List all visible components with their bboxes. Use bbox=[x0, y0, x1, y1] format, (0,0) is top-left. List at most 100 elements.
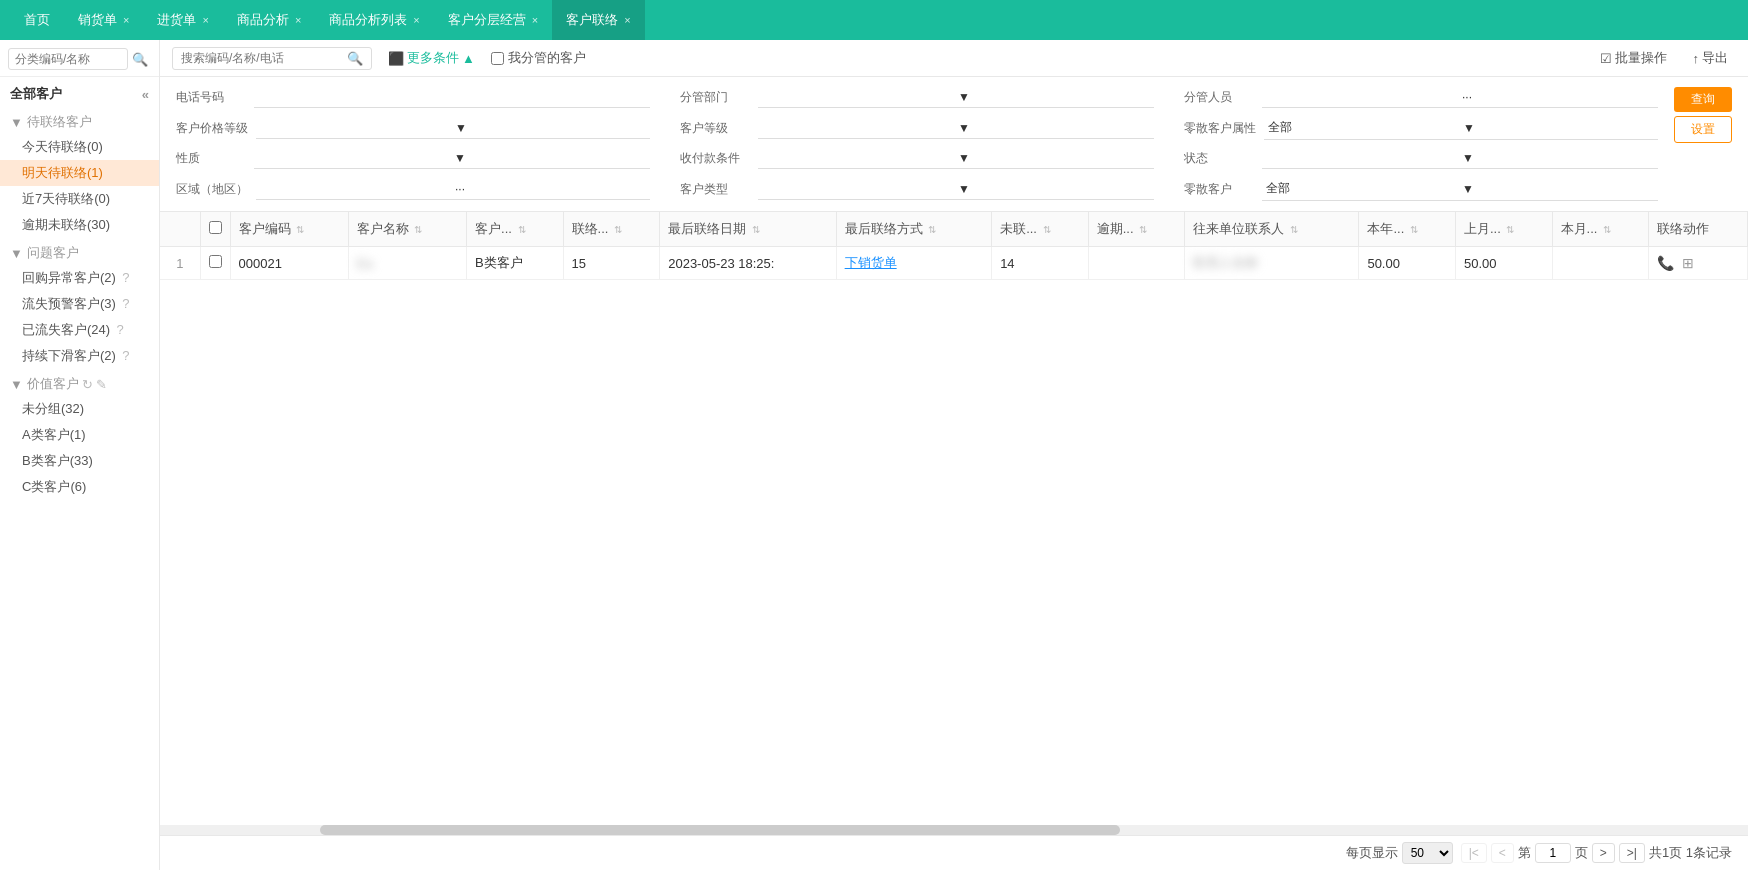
horizontal-scrollbar[interactable] bbox=[160, 825, 1748, 835]
td-checkbox bbox=[200, 247, 230, 280]
nav-home[interactable]: 首页 bbox=[10, 0, 64, 40]
th-last-contact-date[interactable]: 最后联络日期 ⇅ bbox=[660, 212, 836, 247]
th-name[interactable]: 客户名称 ⇅ bbox=[348, 212, 466, 247]
th-uncontact[interactable]: 未联... ⇅ bbox=[992, 212, 1089, 247]
th-last-month[interactable]: 上月... ⇅ bbox=[1455, 212, 1552, 247]
row-checkbox[interactable] bbox=[209, 255, 222, 268]
sort-icon: ⇅ bbox=[414, 224, 422, 235]
filter-select-dept[interactable]: ▼ bbox=[758, 87, 1154, 108]
sidebar-item-declining[interactable]: 持续下滑客户(2) ? bbox=[0, 343, 159, 369]
nav-customer-contact[interactable]: 客户联络 × bbox=[552, 0, 644, 40]
prev-page-button[interactable]: < bbox=[1491, 843, 1514, 863]
edit-icon[interactable]: ✎ bbox=[96, 377, 107, 392]
grid-icon[interactable]: ⊞ bbox=[1682, 255, 1694, 271]
ellipsis-icon[interactable]: ··· bbox=[1462, 90, 1654, 104]
th-this-month[interactable]: 本月... ⇅ bbox=[1552, 212, 1649, 247]
filter-select-payment[interactable]: ▼ bbox=[758, 148, 1154, 169]
search-icon[interactable]: 🔍 bbox=[347, 51, 363, 66]
next-page-button[interactable]: > bbox=[1592, 843, 1615, 863]
close-icon[interactable]: × bbox=[295, 14, 301, 26]
th-type[interactable]: 客户... ⇅ bbox=[467, 212, 564, 247]
collapse-icon[interactable]: « bbox=[142, 87, 149, 102]
batch-operations-button[interactable]: ☑ 批量操作 bbox=[1592, 46, 1675, 70]
my-customers-checkbox[interactable] bbox=[491, 52, 504, 65]
filter-select-retail-customer[interactable]: 全部 ▼ bbox=[1262, 177, 1658, 201]
chevron-down-icon: ▼ bbox=[455, 121, 646, 135]
page-number-input[interactable] bbox=[1535, 843, 1571, 863]
first-page-button[interactable]: |< bbox=[1461, 843, 1487, 863]
sidebar-item-7days-contact[interactable]: 近7天待联络(0) bbox=[0, 186, 159, 212]
arrow-icon: ▼ bbox=[10, 115, 23, 130]
help-icon[interactable]: ? bbox=[122, 270, 129, 285]
td-contact-count: 15 bbox=[563, 247, 660, 280]
filter-select-customer-type[interactable]: ▼ bbox=[758, 179, 1154, 200]
chevron-down-icon: ▼ bbox=[1462, 151, 1654, 165]
sort-icon: ⇅ bbox=[928, 224, 936, 235]
chevron-down-icon: ▼ bbox=[958, 151, 1150, 165]
filter-select-nature[interactable]: ▼ bbox=[254, 148, 650, 169]
sidebar-search-input[interactable] bbox=[8, 48, 128, 70]
filter-cell-phone: 电话号码 bbox=[176, 87, 650, 108]
page-size-select[interactable]: 50 100 200 bbox=[1402, 842, 1453, 864]
close-icon[interactable]: × bbox=[202, 14, 208, 26]
filter-row-1: 电话号码 分管部门 ▼ 分管人员 bbox=[176, 87, 1658, 108]
nav-purchase-order[interactable]: 进货单 × bbox=[143, 0, 222, 40]
filter-cell-dept: 分管部门 ▼ bbox=[680, 87, 1154, 108]
th-code[interactable]: 客户编码 ⇅ bbox=[230, 212, 348, 247]
all-customers-title[interactable]: 全部客户 « bbox=[0, 77, 159, 107]
refresh-icon[interactable]: ↻ bbox=[82, 377, 93, 392]
filter-select-person[interactable]: ··· bbox=[1262, 87, 1658, 108]
chevron-down-icon: ▼ bbox=[454, 151, 646, 165]
nav-product-analysis-list[interactable]: 商品分析列表 × bbox=[315, 0, 433, 40]
sidebar-item-class-c[interactable]: C类客户(6) bbox=[0, 474, 159, 500]
filter-input-phone[interactable] bbox=[254, 87, 650, 108]
sort-icon: ⇅ bbox=[518, 224, 526, 235]
th-this-year[interactable]: 本年... ⇅ bbox=[1359, 212, 1456, 247]
export-button[interactable]: ↑ 导出 bbox=[1685, 46, 1737, 70]
sidebar-item-churned[interactable]: 已流失客户(24) ? bbox=[0, 317, 159, 343]
phone-icon[interactable]: 📞 bbox=[1657, 255, 1674, 271]
sidebar-item-repurchase-abnormal[interactable]: 回购异常客户(2) ? bbox=[0, 265, 159, 291]
last-page-button[interactable]: >| bbox=[1619, 843, 1645, 863]
sidebar-item-class-a[interactable]: A类客户(1) bbox=[0, 422, 159, 448]
filter-select-price-level[interactable]: ▼ bbox=[256, 118, 650, 139]
sidebar-item-ungrouped[interactable]: 未分组(32) bbox=[0, 396, 159, 422]
sidebar-item-churn-warning[interactable]: 流失预警客户(3) ? bbox=[0, 291, 159, 317]
nav-product-analysis[interactable]: 商品分析 × bbox=[223, 0, 315, 40]
scrollbar-thumb[interactable] bbox=[320, 825, 1120, 835]
customer-name-blurred: Ea bbox=[357, 256, 373, 271]
select-all-checkbox[interactable] bbox=[209, 221, 222, 234]
close-icon[interactable]: × bbox=[532, 14, 538, 26]
chevron-up-icon: ▲ bbox=[462, 51, 475, 66]
filter-select-retail-attr[interactable]: 全部 ▼ bbox=[1264, 116, 1658, 140]
help-icon[interactable]: ? bbox=[122, 296, 129, 311]
nav-customer-layered[interactable]: 客户分层经营 × bbox=[434, 0, 552, 40]
sidebar-item-overdue-contact[interactable]: 逾期未联络(30) bbox=[0, 212, 159, 238]
filter-select-status[interactable]: ▼ bbox=[1262, 148, 1658, 169]
filter-select-customer-level[interactable]: ▼ bbox=[758, 118, 1154, 139]
help-icon[interactable]: ? bbox=[122, 348, 129, 363]
td-last-contact-method[interactable]: 下销货单 bbox=[836, 247, 992, 280]
more-filters-button[interactable]: ⬛ 更多条件 ▲ bbox=[380, 46, 483, 70]
filter-select-region[interactable]: ··· bbox=[256, 179, 650, 200]
th-contact-count[interactable]: 联络... ⇅ bbox=[563, 212, 660, 247]
sidebar-item-tomorrow-contact[interactable]: 明天待联络(1) bbox=[0, 160, 159, 186]
close-icon[interactable]: × bbox=[624, 14, 630, 26]
close-icon[interactable]: × bbox=[123, 14, 129, 26]
reset-button[interactable]: 设置 bbox=[1674, 116, 1732, 143]
filter-icon: ⬛ bbox=[388, 51, 404, 66]
query-button[interactable]: 查询 bbox=[1674, 87, 1732, 112]
sidebar-item-class-b[interactable]: B类客户(33) bbox=[0, 448, 159, 474]
search-input[interactable] bbox=[181, 51, 343, 65]
nav-sales-order[interactable]: 销货单 × bbox=[64, 0, 143, 40]
ellipsis-icon[interactable]: ··· bbox=[455, 182, 646, 196]
sidebar-item-today-contact[interactable]: 今天待联络(0) bbox=[0, 134, 159, 160]
th-last-contact-method[interactable]: 最后联络方式 ⇅ bbox=[836, 212, 992, 247]
th-company-contact[interactable]: 往来单位联系人 ⇅ bbox=[1185, 212, 1359, 247]
close-icon[interactable]: × bbox=[413, 14, 419, 26]
th-overdue[interactable]: 逾期... ⇅ bbox=[1088, 212, 1185, 247]
chevron-down-icon: ▼ bbox=[958, 182, 1150, 196]
help-icon[interactable]: ? bbox=[116, 322, 123, 337]
filter-label-retail-customer: 零散客户 bbox=[1184, 181, 1254, 198]
sidebar-search-icon[interactable]: 🔍 bbox=[132, 52, 148, 67]
